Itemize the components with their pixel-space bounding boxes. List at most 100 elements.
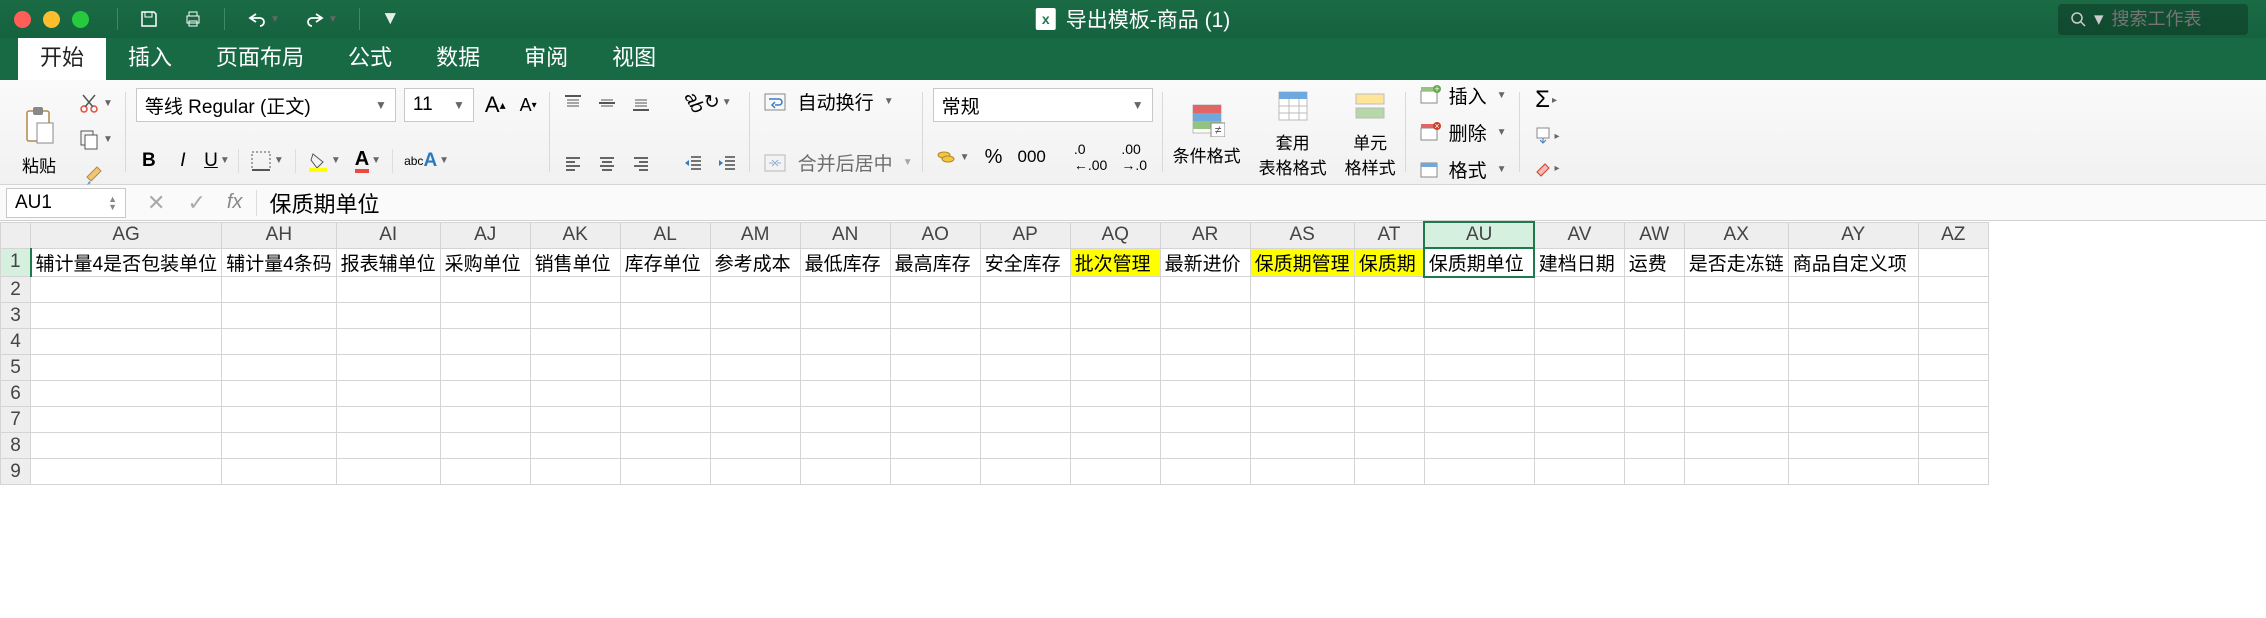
column-header-AJ[interactable]: AJ <box>440 222 530 248</box>
fill-button[interactable]: ▸ <box>1530 123 1563 149</box>
cell-AX9[interactable] <box>1684 459 1788 485</box>
cell-AJ5[interactable] <box>440 355 530 381</box>
cell-AV7[interactable] <box>1534 407 1624 433</box>
cell-AW3[interactable] <box>1624 303 1684 329</box>
cell-AS4[interactable] <box>1250 329 1354 355</box>
cell-AO1[interactable]: 最高库存 <box>890 248 980 277</box>
cell-AH2[interactable] <box>222 277 337 303</box>
font-name-combo[interactable]: 等线 Regular (正文)▼ <box>136 88 396 122</box>
copy-button[interactable]: ▼ <box>74 124 116 154</box>
cell-AL6[interactable] <box>620 381 710 407</box>
cell-AT6[interactable] <box>1354 381 1424 407</box>
tab-review[interactable]: 审阅 <box>502 32 590 80</box>
cell-styles-button[interactable] <box>1349 85 1391 127</box>
underline-button[interactable]: U▼ <box>204 148 230 174</box>
cell-AH9[interactable] <box>222 459 337 485</box>
cell-AU5[interactable] <box>1424 355 1534 381</box>
cell-AV9[interactable] <box>1534 459 1624 485</box>
cell-AP8[interactable] <box>980 433 1070 459</box>
cell-AG9[interactable] <box>31 459 222 485</box>
cell-AT5[interactable] <box>1354 355 1424 381</box>
cell-AU9[interactable] <box>1424 459 1534 485</box>
italic-button[interactable]: I <box>170 148 196 174</box>
cell-AX3[interactable] <box>1684 303 1788 329</box>
undo-button[interactable]: ▼ <box>243 7 283 31</box>
cell-AX2[interactable] <box>1684 277 1788 303</box>
decrease-decimal-button[interactable]: .00→.0 <box>1118 138 1150 176</box>
cell-AT8[interactable] <box>1354 433 1424 459</box>
column-header-AI[interactable]: AI <box>336 222 440 248</box>
cell-AL9[interactable] <box>620 459 710 485</box>
cell-AL2[interactable] <box>620 277 710 303</box>
row-header-2[interactable]: 2 <box>1 277 31 303</box>
print-icon[interactable] <box>180 6 206 32</box>
clear-button[interactable]: ▸ <box>1530 155 1563 181</box>
cell-AG6[interactable] <box>31 381 222 407</box>
cell-AV3[interactable] <box>1534 303 1624 329</box>
cell-AK5[interactable] <box>530 355 620 381</box>
cell-AG5[interactable] <box>31 355 222 381</box>
column-header-AY[interactable]: AY <box>1788 222 1918 248</box>
confirm-edit-button[interactable]: ✓ <box>184 187 208 219</box>
align-middle-button[interactable] <box>594 90 620 116</box>
cell-AU3[interactable] <box>1424 303 1534 329</box>
align-right-button[interactable] <box>628 150 654 176</box>
cell-AQ3[interactable] <box>1070 303 1160 329</box>
cell-AS9[interactable] <box>1250 459 1354 485</box>
cell-AQ7[interactable] <box>1070 407 1160 433</box>
cell-AY6[interactable] <box>1788 381 1918 407</box>
cell-AR5[interactable] <box>1160 355 1250 381</box>
name-box[interactable]: AU1 ▲▼ <box>6 188 126 218</box>
cell-AQ8[interactable] <box>1070 433 1160 459</box>
cell-AN9[interactable] <box>800 459 890 485</box>
phonetic-button[interactable]: abcA▼ <box>401 147 452 175</box>
cell-AU7[interactable] <box>1424 407 1534 433</box>
cell-AU6[interactable] <box>1424 381 1534 407</box>
increase-font-button[interactable]: A▴ <box>482 89 509 121</box>
cell-AW9[interactable] <box>1624 459 1684 485</box>
search-box[interactable]: ▾ <box>2058 4 2248 35</box>
cell-AW6[interactable] <box>1624 381 1684 407</box>
save-icon[interactable] <box>136 6 162 32</box>
column-header-AL[interactable]: AL <box>620 222 710 248</box>
cell-AQ1[interactable]: 批次管理 <box>1070 248 1160 277</box>
cut-button[interactable]: ▼ <box>74 88 116 118</box>
cell-AI1[interactable]: 报表辅单位 <box>336 248 440 277</box>
cell-AS7[interactable] <box>1250 407 1354 433</box>
cell-AM1[interactable]: 参考成本 <box>710 248 800 277</box>
cell-AK9[interactable] <box>530 459 620 485</box>
percent-button[interactable]: % <box>981 144 1007 170</box>
cell-AG2[interactable] <box>31 277 222 303</box>
cell-AS1[interactable]: 保质期管理 <box>1250 248 1354 277</box>
column-header-AH[interactable]: AH <box>222 222 337 248</box>
cell-AH6[interactable] <box>222 381 337 407</box>
name-box-stepper[interactable]: ▲▼ <box>108 195 117 211</box>
cell-AX8[interactable] <box>1684 433 1788 459</box>
cell-AY2[interactable] <box>1788 277 1918 303</box>
currency-button[interactable]: ▼ <box>933 143 973 171</box>
fill-color-button[interactable]: ▼ <box>304 147 344 175</box>
row-header-3[interactable]: 3 <box>1 303 31 329</box>
cell-AW2[interactable] <box>1624 277 1684 303</box>
cell-AZ6[interactable] <box>1918 381 1988 407</box>
cell-AP5[interactable] <box>980 355 1070 381</box>
cell-AM2[interactable] <box>710 277 800 303</box>
cell-AN7[interactable] <box>800 407 890 433</box>
wrap-text-button[interactable] <box>760 89 790 115</box>
cell-AM6[interactable] <box>710 381 800 407</box>
font-size-combo[interactable]: 11▼ <box>404 88 474 122</box>
cell-AJ7[interactable] <box>440 407 530 433</box>
cell-AI8[interactable] <box>336 433 440 459</box>
cell-AX7[interactable] <box>1684 407 1788 433</box>
cell-AS3[interactable] <box>1250 303 1354 329</box>
cell-AX1[interactable]: 是否走冻链 <box>1684 248 1788 277</box>
cell-AR2[interactable] <box>1160 277 1250 303</box>
cell-AK1[interactable]: 销售单位 <box>530 248 620 277</box>
cancel-edit-button[interactable]: ✕ <box>144 187 168 219</box>
cell-AL1[interactable]: 库存单位 <box>620 248 710 277</box>
align-bottom-button[interactable] <box>628 90 654 116</box>
column-header-AG[interactable]: AG <box>31 222 222 248</box>
cell-AJ4[interactable] <box>440 329 530 355</box>
cell-AW1[interactable]: 运费 <box>1624 248 1684 277</box>
cell-AI2[interactable] <box>336 277 440 303</box>
